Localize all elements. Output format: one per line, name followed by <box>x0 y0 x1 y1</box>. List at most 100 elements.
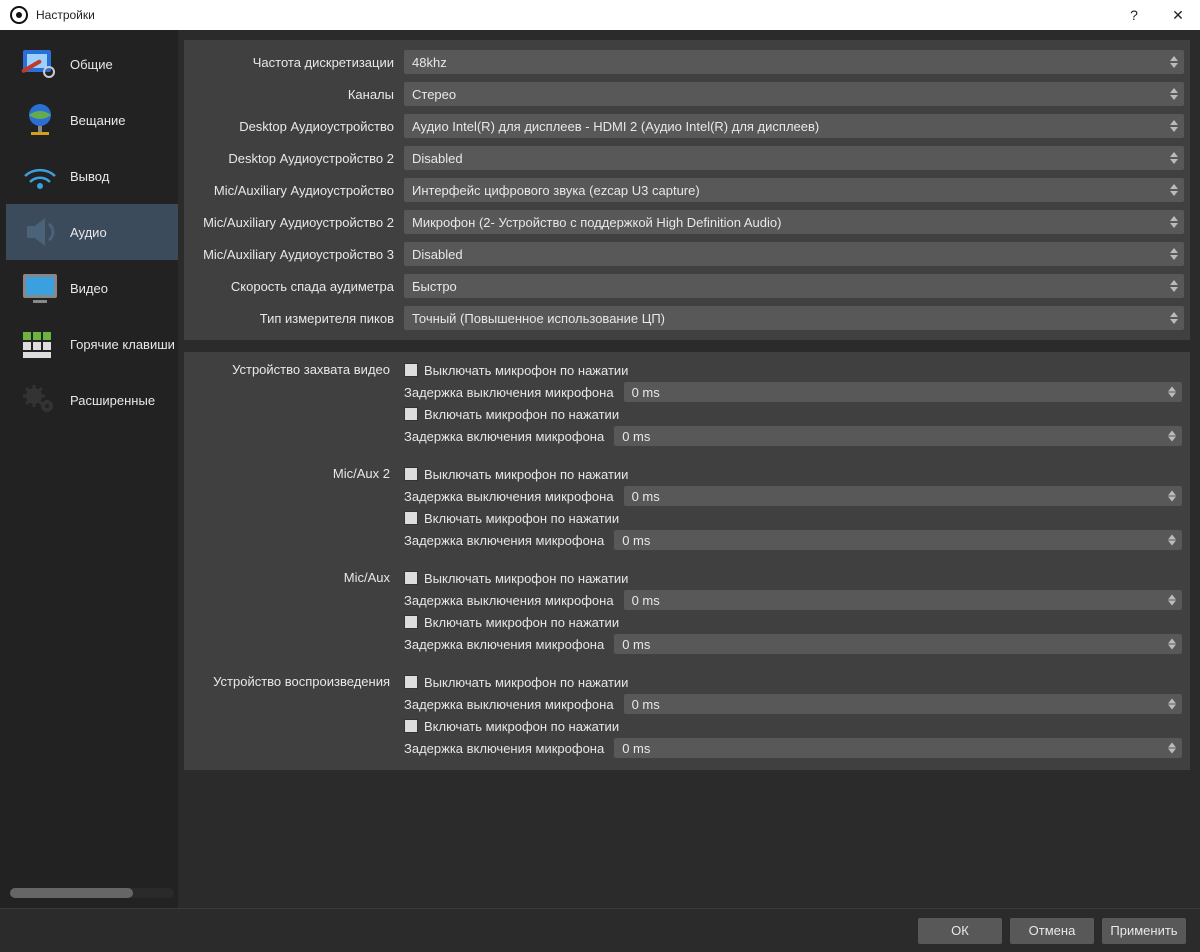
ptt-delay-off-input[interactable]: 0 ms <box>624 694 1182 714</box>
ptt-delay-on-input[interactable]: 0 ms <box>614 738 1182 758</box>
ptt-mute-label: Выключать микрофон по нажатии <box>424 467 628 482</box>
setting-dropdown[interactable]: Disabled <box>404 146 1184 170</box>
setting-dropdown[interactable]: 48khz <box>404 50 1184 74</box>
cancel-button[interactable]: Отмена <box>1010 918 1094 944</box>
ptt-delay-off-label: Задержка выключения микрофона <box>404 593 624 608</box>
sidebar-item-label: Аудио <box>70 225 107 240</box>
sidebar-item-label: Вывод <box>70 169 109 184</box>
setting-row: Тип измерителя пиковТочный (Повышенное и… <box>184 302 1184 334</box>
sidebar-item-output[interactable]: Вывод <box>6 148 178 204</box>
spin-value: 0 ms <box>632 593 660 608</box>
ptt-group-title: Устройство захвата видео <box>184 360 404 446</box>
ptt-unmute-label: Включать микрофон по нажатии <box>424 615 619 630</box>
sidebar-item-video[interactable]: Видео <box>6 260 178 316</box>
setting-dropdown[interactable]: Аудио Intel(R) для дисплеев - HDMI 2 (Ау… <box>404 114 1184 138</box>
ptt-group: Mic/Aux Выключать микрофон по нажатии Заде… <box>184 568 1182 654</box>
settings-content: Частота дискретизации 48khz КаналыСтерео De… <box>178 30 1200 908</box>
dropdown-value: Стерео <box>412 87 456 102</box>
dropdown-value: Быстро <box>412 279 457 294</box>
setting-row: Mic/Auxiliary Аудиоустройство Интерфейс ц… <box>184 174 1184 206</box>
sidebar-item-general[interactable]: Общие <box>6 36 178 92</box>
ptt-group-title: Mic/Aux <box>184 568 404 654</box>
setting-row: Скорость спада аудиметра Быстро <box>184 270 1184 302</box>
sidebar-item-advanced[interactable]: Расширенные <box>6 372 178 428</box>
ptt-mute-checkbox[interactable] <box>404 467 418 481</box>
help-button[interactable]: ? <box>1112 0 1156 30</box>
dropdown-value: Точный (Повышенное использование ЦП) <box>412 311 665 326</box>
sidebar-item-label: Видео <box>70 281 108 296</box>
ptt-mute-checkbox[interactable] <box>404 675 418 689</box>
close-button[interactable]: ✕ <box>1156 0 1200 30</box>
ptt-unmute-label: Включать микрофон по нажатии <box>424 407 619 422</box>
sidebar-item-hotkeys[interactable]: Горячие клавиши <box>6 316 178 372</box>
ptt-delay-off-label: Задержка выключения микрофона <box>404 489 624 504</box>
dropdown-value: 48khz <box>412 55 447 70</box>
ptt-unmute-checkbox[interactable] <box>404 407 418 421</box>
ptt-unmute-checkbox[interactable] <box>404 615 418 629</box>
ptt-unmute-label: Включать микрофон по нажатии <box>424 719 619 734</box>
sidebar: Общие Вещание Вывод <box>0 30 178 908</box>
ptt-delay-on-label: Задержка включения микрофона <box>404 741 614 756</box>
ptt-delay-on-input[interactable]: 0 ms <box>614 426 1182 446</box>
ptt-mute-checkbox[interactable] <box>404 571 418 585</box>
ptt-unmute-checkbox[interactable] <box>404 719 418 733</box>
setting-row: КаналыСтерео <box>184 78 1184 110</box>
setting-dropdown[interactable]: Быстро <box>404 274 1184 298</box>
ptt-delay-off-input[interactable]: 0 ms <box>624 382 1182 402</box>
titlebar: Настройки ? ✕ <box>0 0 1200 30</box>
sidebar-item-audio[interactable]: Аудио <box>6 204 178 260</box>
apply-button[interactable]: Применить <box>1102 918 1186 944</box>
ptt-delay-on-input[interactable]: 0 ms <box>614 530 1182 550</box>
spin-value: 0 ms <box>622 741 650 756</box>
dropdown-value: Микрофон (2- Устройство с поддержкой Hig… <box>412 215 781 230</box>
spin-value: 0 ms <box>632 385 660 400</box>
ptt-group: Устройство воспроизведенияВыключать микр… <box>184 672 1182 758</box>
monitor-icon <box>12 266 68 310</box>
app-icon <box>10 6 28 24</box>
push-to-talk-panel: Устройство захвата видео Выключать микроф… <box>184 352 1190 770</box>
setting-label: Mic/Auxiliary Аудиоустройство 3 <box>184 247 404 262</box>
sidebar-item-label: Горячие клавиши <box>70 337 175 352</box>
ptt-delay-on-label: Задержка включения микрофона <box>404 429 614 444</box>
sidebar-item-label: Общие <box>70 57 113 72</box>
ptt-mute-checkbox[interactable] <box>404 363 418 377</box>
setting-label: Mic/Auxiliary Аудиоустройство <box>184 183 404 198</box>
ptt-mute-label: Выключать микрофон по нажатии <box>424 571 628 586</box>
setting-dropdown[interactable]: Микрофон (2- Устройство с поддержкой Hig… <box>404 210 1184 234</box>
ptt-delay-on-label: Задержка включения микрофона <box>404 533 614 548</box>
ptt-delay-on-label: Задержка включения микрофона <box>404 637 614 652</box>
ptt-unmute-checkbox[interactable] <box>404 511 418 525</box>
gears-icon <box>12 378 68 422</box>
ok-button[interactable]: ОК <box>918 918 1002 944</box>
ptt-delay-off-input[interactable]: 0 ms <box>624 486 1182 506</box>
spin-value: 0 ms <box>632 697 660 712</box>
setting-dropdown[interactable]: Точный (Повышенное использование ЦП) <box>404 306 1184 330</box>
setting-label: Частота дискретизации <box>184 55 404 70</box>
setting-label: Скорость спада аудиметра <box>184 279 404 294</box>
dropdown-value: Интерфейс цифрового звука (ezcap U3 capt… <box>412 183 700 198</box>
setting-label: Desktop Аудиоустройство 2 <box>184 151 404 166</box>
ptt-delay-off-input[interactable]: 0 ms <box>624 590 1182 610</box>
setting-dropdown[interactable]: Интерфейс цифрового звука (ezcap U3 capt… <box>404 178 1184 202</box>
spin-value: 0 ms <box>632 489 660 504</box>
ptt-group: Устройство захвата видео Выключать микроф… <box>184 360 1182 446</box>
audio-general-panel: Частота дискретизации 48khz КаналыСтерео De… <box>184 40 1190 340</box>
setting-row: Mic/Auxiliary Аудиоустройство 3 Disabled <box>184 238 1184 270</box>
sidebar-item-stream[interactable]: Вещание <box>6 92 178 148</box>
spin-value: 0 ms <box>622 637 650 652</box>
wrench-icon <box>12 42 68 86</box>
setting-dropdown[interactable]: Стерео <box>404 82 1184 106</box>
ptt-mute-label: Выключать микрофон по нажатии <box>424 363 628 378</box>
sidebar-scrollbar[interactable] <box>10 888 174 898</box>
setting-row: Desktop Аудиоустройство 2Disabled <box>184 142 1184 174</box>
dropdown-value: Аудио Intel(R) для дисплеев - HDMI 2 (Ау… <box>412 119 819 134</box>
dialog-footer: ОК Отмена Применить <box>0 908 1200 952</box>
setting-label: Desktop Аудиоустройство <box>184 119 404 134</box>
ptt-delay-on-input[interactable]: 0 ms <box>614 634 1182 654</box>
setting-dropdown[interactable]: Disabled <box>404 242 1184 266</box>
keyboard-icon <box>12 322 68 366</box>
sidebar-item-label: Вещание <box>70 113 126 128</box>
dropdown-value: Disabled <box>412 247 463 262</box>
ptt-unmute-label: Включать микрофон по нажатии <box>424 511 619 526</box>
ptt-group-title: Mic/Aux 2 <box>184 464 404 550</box>
